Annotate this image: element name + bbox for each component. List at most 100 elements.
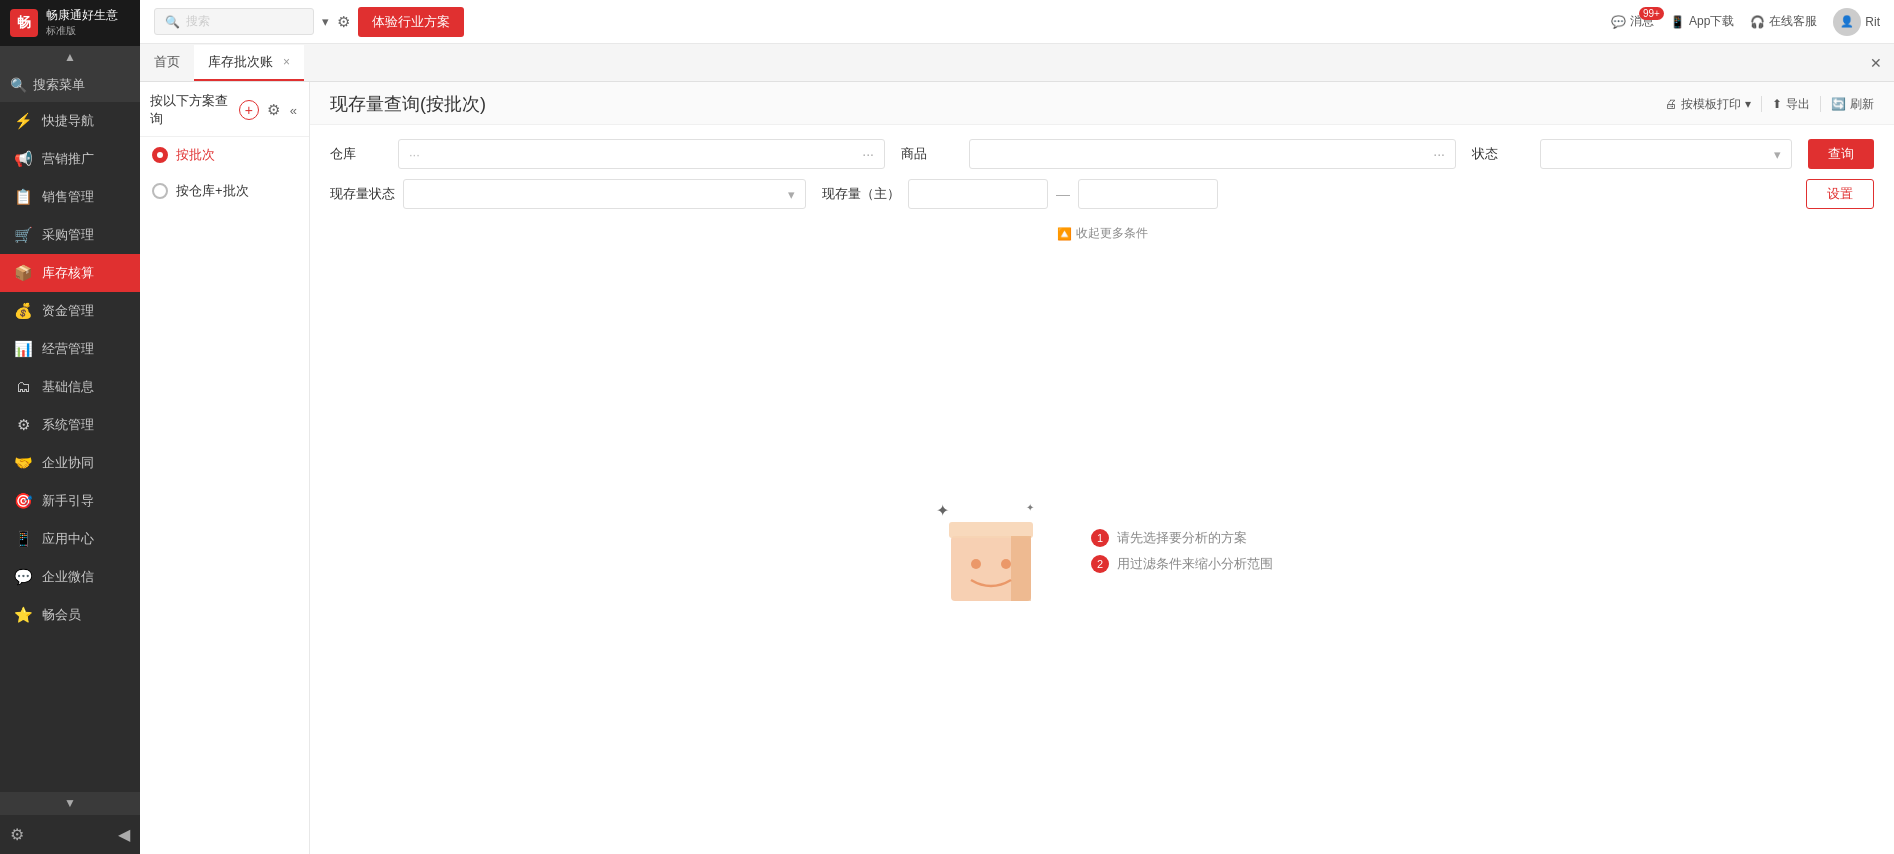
scheme-settings-btn[interactable]: ⚙ bbox=[265, 99, 282, 121]
inv-status-label: 现存量状态 bbox=[330, 185, 395, 203]
trial-btn[interactable]: 体验行业方案 bbox=[358, 7, 464, 37]
svg-text:✦: ✦ bbox=[936, 502, 949, 519]
collapse-panel-btn[interactable]: « bbox=[288, 101, 299, 120]
status-select[interactable]: ▾ bbox=[1540, 139, 1792, 169]
refresh-label: 刷新 bbox=[1850, 96, 1874, 113]
query-btn[interactable]: 查询 bbox=[1808, 139, 1874, 169]
sidebar-item-label: 资金管理 bbox=[42, 302, 94, 320]
sidebar-scroll-up[interactable]: ▲ bbox=[0, 46, 140, 68]
app-logo: 畅 bbox=[10, 9, 38, 37]
page-header-actions: 🖨 按模板打印 ▾ ⬆ 导出 🔄 刷新 bbox=[1665, 96, 1874, 113]
status-chevron-icon: ▾ bbox=[1774, 147, 1781, 162]
sidebar-item-member[interactable]: ⭐ 畅会员 bbox=[0, 596, 140, 634]
inv-qty-from[interactable] bbox=[908, 179, 1048, 209]
svg-point-4 bbox=[1001, 559, 1011, 569]
warehouse-input[interactable]: ··· ··· bbox=[398, 139, 885, 169]
sidebar-item-basic[interactable]: 🗂 基础信息 bbox=[0, 368, 140, 406]
tab-close-btn[interactable]: × bbox=[283, 55, 290, 69]
footer-collapse-icon[interactable]: ◀ bbox=[118, 825, 130, 844]
inventory-icon: 📦 bbox=[14, 264, 32, 282]
inv-qty-to[interactable] bbox=[1078, 179, 1218, 209]
sidebar-item-quick-nav[interactable]: ⚡ 快捷导航 bbox=[0, 102, 140, 140]
sidebar-nav: 🔍 搜索菜单 ⚡ 快捷导航 📢 营销推广 📋 销售管理 🛒 采购管理 📦 库存核… bbox=[0, 68, 140, 792]
scheme-radio-filled bbox=[152, 147, 168, 163]
sidebar-item-marketing[interactable]: 📢 营销推广 bbox=[0, 140, 140, 178]
scheme-item-by-warehouse-batch[interactable]: 按仓库+批次 bbox=[140, 173, 309, 209]
add-scheme-btn[interactable]: + bbox=[239, 100, 259, 120]
collapse-bar[interactable]: 🔼 收起更多条件 bbox=[330, 219, 1874, 248]
filter-group-warehouse: 仓库 ··· ··· bbox=[330, 139, 885, 169]
app-download-btn[interactable]: 📱 App下载 bbox=[1670, 13, 1734, 30]
left-panel-header: 按以下方案查询 + ⚙ « bbox=[140, 82, 309, 137]
hint-num-2: 2 bbox=[1091, 555, 1109, 573]
settings-btn[interactable]: 设置 bbox=[1806, 179, 1874, 209]
print-btn[interactable]: 🖨 按模板打印 ▾ bbox=[1665, 96, 1751, 113]
scheme-item-by-batch[interactable]: 按批次 bbox=[140, 137, 309, 173]
sidebar-header: 畅 畅康通好生意 标准版 bbox=[0, 0, 140, 46]
right-panel: 现存量查询(按批次) 🖨 按模板打印 ▾ ⬆ 导出 🔄 bbox=[310, 82, 1894, 854]
topbar-search-text: 搜索 bbox=[186, 13, 210, 30]
sidebar-item-corpwechat[interactable]: 💬 企业微信 bbox=[0, 558, 140, 596]
filter-row-2: 现存量状态 ▾ 现存量（主） — bbox=[330, 179, 1874, 209]
empty-state: ✦ ✦ 1 请先选择要分析的方案 2 用过滤条件来缩小分析范围 bbox=[310, 248, 1894, 854]
sidebar-item-purchase[interactable]: 🛒 采购管理 bbox=[0, 216, 140, 254]
page-header: 现存量查询(按批次) 🖨 按模板打印 ▾ ⬆ 导出 🔄 bbox=[310, 82, 1894, 125]
sidebar-item-label: 库存核算 bbox=[42, 264, 94, 282]
tab-batch-label: 库存批次账 bbox=[208, 53, 273, 71]
sidebar-item-label: 快捷导航 bbox=[42, 112, 94, 130]
sidebar-item-operations[interactable]: 📊 经营管理 bbox=[0, 330, 140, 368]
company-name: 畅康通好生意 bbox=[46, 8, 118, 24]
sidebar-search[interactable]: 🔍 搜索菜单 bbox=[0, 68, 140, 102]
filter-group-product: 商品 ··· bbox=[901, 139, 1456, 169]
header-divider2 bbox=[1820, 96, 1821, 112]
sidebar-item-enterprise[interactable]: 🤝 企业协同 bbox=[0, 444, 140, 482]
tab-inventory-batch[interactable]: 库存批次账 × bbox=[194, 45, 304, 81]
scheme-label: 按仓库+批次 bbox=[176, 182, 249, 200]
sidebar-item-newbie[interactable]: 🎯 新手引导 bbox=[0, 482, 140, 520]
svg-rect-1 bbox=[949, 522, 1033, 538]
warehouse-dots-icon: ··· bbox=[862, 146, 874, 162]
page-title: 现存量查询(按批次) bbox=[330, 92, 486, 116]
export-label: 导出 bbox=[1786, 96, 1810, 113]
online-service-label: 在线客服 bbox=[1769, 13, 1817, 30]
corpwechat-icon: 💬 bbox=[14, 568, 32, 586]
topbar-search-box[interactable]: 🔍 搜索 bbox=[154, 8, 314, 35]
topbar-gear-btn[interactable]: ⚙ bbox=[337, 13, 350, 31]
filter-dash: — bbox=[1056, 186, 1070, 202]
sidebar-item-label: 企业协同 bbox=[42, 454, 94, 472]
footer-settings-icon[interactable]: ⚙ bbox=[10, 825, 24, 844]
inv-status-select[interactable]: ▾ bbox=[403, 179, 806, 209]
system-icon: ⚙ bbox=[14, 416, 32, 434]
user-avatar[interactable]: 👤 Rit bbox=[1833, 8, 1880, 36]
sidebar-item-finance[interactable]: 💰 资金管理 bbox=[0, 292, 140, 330]
product-input[interactable]: ··· bbox=[969, 139, 1456, 169]
warehouse-label: 仓库 bbox=[330, 145, 390, 163]
sidebar-scroll-down[interactable]: ▼ bbox=[0, 792, 140, 814]
tab-home[interactable]: 首页 bbox=[140, 45, 194, 81]
filter-row-1: 仓库 ··· ··· 商品 ··· bbox=[330, 139, 1874, 169]
sidebar-item-sales[interactable]: 📋 销售管理 bbox=[0, 178, 140, 216]
sidebar-item-label: 新手引导 bbox=[42, 492, 94, 510]
header-divider bbox=[1761, 96, 1762, 112]
collapse-label: 收起更多条件 bbox=[1076, 225, 1148, 242]
tab-panel-close-btn[interactable]: ✕ bbox=[1858, 47, 1894, 79]
avatar: 👤 bbox=[1833, 8, 1861, 36]
topbar-left: 🔍 搜索 ▾ ⚙ 体验行业方案 bbox=[154, 7, 1601, 37]
left-panel-title: 按以下方案查询 bbox=[150, 92, 233, 128]
topbar: 🔍 搜索 ▾ ⚙ 体验行业方案 💬 消息 99+ 📱 App下载 🎧 在线客服 bbox=[140, 0, 1894, 44]
export-btn[interactable]: ⬆ 导出 bbox=[1772, 96, 1810, 113]
sidebar-item-system[interactable]: ⚙ 系统管理 bbox=[0, 406, 140, 444]
sidebar-item-label: 企业微信 bbox=[42, 568, 94, 586]
refresh-btn[interactable]: 🔄 刷新 bbox=[1831, 96, 1874, 113]
sidebar-search-label: 搜索菜单 bbox=[33, 76, 85, 94]
sidebar-item-appcenter[interactable]: 📱 应用中心 bbox=[0, 520, 140, 558]
main-area: 🔍 搜索 ▾ ⚙ 体验行业方案 💬 消息 99+ 📱 App下载 🎧 在线客服 bbox=[140, 0, 1894, 854]
online-service-btn[interactable]: 🎧 在线客服 bbox=[1750, 13, 1817, 30]
empty-illustration: ✦ ✦ bbox=[931, 496, 1051, 606]
sidebar-item-label: 采购管理 bbox=[42, 226, 94, 244]
messages-btn[interactable]: 💬 消息 99+ bbox=[1611, 13, 1654, 30]
topbar-dropdown-btn[interactable]: ▾ bbox=[322, 14, 329, 29]
purchase-icon: 🛒 bbox=[14, 226, 32, 244]
refresh-icon: 🔄 bbox=[1831, 97, 1846, 111]
sidebar-item-inventory[interactable]: 📦 库存核算 bbox=[0, 254, 140, 292]
